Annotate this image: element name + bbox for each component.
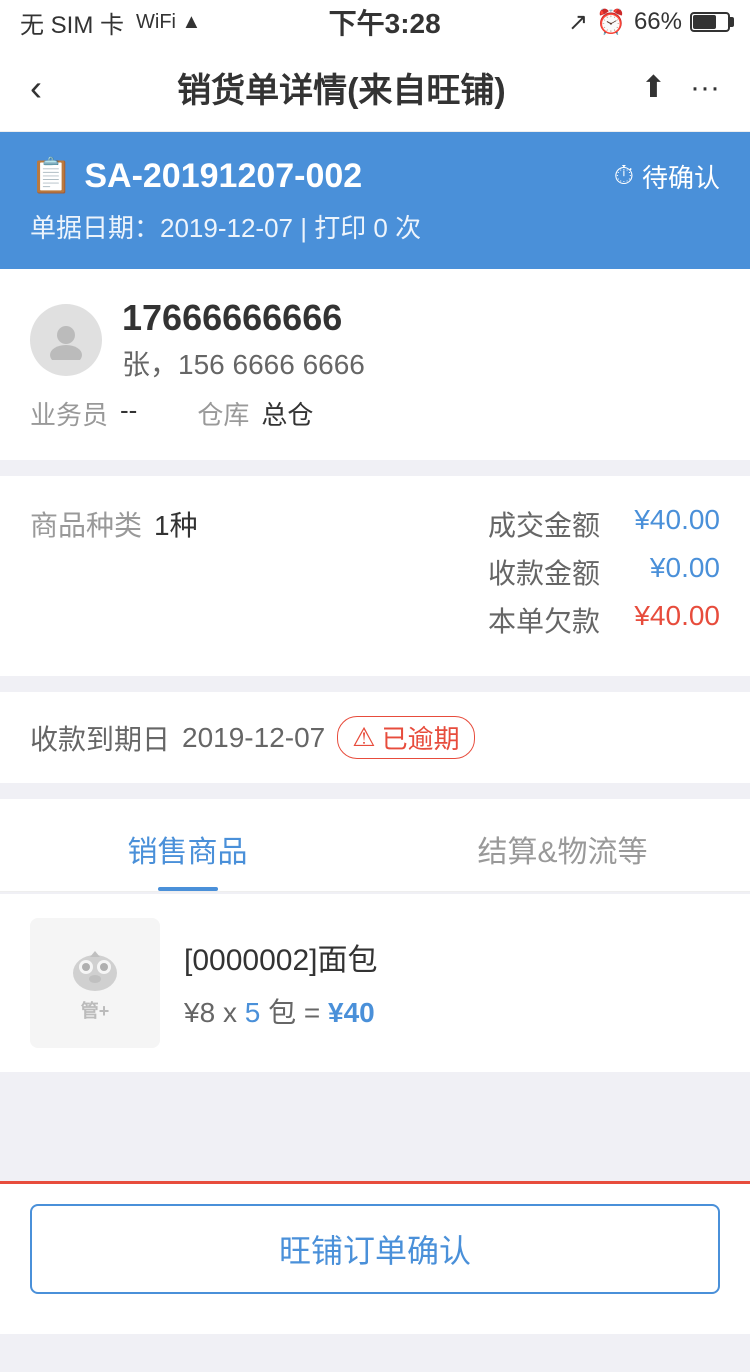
warehouse-value: 总仓	[261, 395, 313, 432]
summary-left: 商品种类 1种	[30, 504, 198, 544]
order-status: ⏱ 待确认	[614, 158, 720, 195]
tab-products-label: 销售商品	[128, 836, 248, 869]
product-types-label: 商品种类	[30, 504, 142, 544]
status-bar: 无 SIM 卡 WiFi ▲ 下午3:28 ↗ ⏰ 66%	[0, 0, 750, 44]
status-text: 待确认	[642, 158, 720, 195]
product-section: 管+ [0000002]面包 ¥8 x 5 包 = ¥40	[0, 894, 750, 1072]
order-icon: 📋	[30, 156, 72, 196]
tabs-section: 销售商品 结算&物流等	[0, 799, 750, 892]
customer-top: 17666666666 张，156 6666 6666	[30, 297, 720, 383]
price-separator: x	[223, 997, 245, 1028]
due-date-value: 2019-12-07	[182, 722, 325, 754]
equals-sign: =	[304, 997, 328, 1028]
more-button[interactable]: ···	[690, 71, 720, 105]
customer-name-phone: 张，156 6666 6666	[122, 343, 365, 383]
nav-actions: ⬆ ···	[641, 70, 720, 105]
status-clock-icon: ⏱	[614, 160, 634, 192]
overdue-icon: ⚠	[352, 722, 375, 753]
share-button[interactable]: ⬆	[641, 70, 666, 105]
price-value: ¥8	[184, 997, 215, 1028]
quantity-value: 5	[245, 997, 261, 1028]
debt-amount-row: 本单欠款 ¥40.00	[488, 600, 720, 640]
brand-label: 管+	[81, 997, 110, 1023]
product-types-value: 1种	[154, 504, 198, 544]
debt-amount-value: ¥40.00	[620, 600, 720, 640]
status-left: 无 SIM 卡 WiFi ▲	[20, 5, 201, 40]
product-name: [0000002]面包	[184, 935, 720, 979]
tab-settlement-label: 结算&物流等	[477, 836, 647, 869]
product-price: ¥8 x 5 包 = ¥40	[184, 991, 720, 1031]
battery-bar	[690, 12, 730, 32]
product-types-row: 商品种类 1种	[30, 504, 198, 544]
nav-bar: ‹ 销货单详情(来自旺铺) ⬆ ···	[0, 44, 750, 132]
back-button[interactable]: ‹	[30, 67, 42, 109]
summary-section: 商品种类 1种 成交金额 ¥40.00 收款金额 ¥0.00 本单欠款 ¥40.…	[0, 476, 750, 676]
due-date-label: 收款到期日	[30, 718, 170, 758]
customer-phone: 17666666666	[122, 297, 365, 339]
order-header-top: 📋 SA-20191207-002 ⏱ 待确认	[30, 156, 720, 196]
carrier-text: 无 SIM 卡	[20, 5, 124, 40]
alarm-icon: ⏰	[596, 8, 626, 37]
order-date: 单据日期：2019-12-07 | 打印 0 次	[30, 208, 720, 245]
customer-info: 17666666666 张，156 6666 6666	[122, 297, 365, 383]
warehouse-item: 仓库 总仓	[197, 395, 313, 432]
page-title: 销货单详情(来自旺铺)	[177, 63, 506, 112]
overdue-badge: ⚠ 已逾期	[337, 716, 474, 759]
order-header: 📋 SA-20191207-002 ⏱ 待确认 单据日期：2019-12-07 …	[0, 132, 750, 269]
bottom-button-area: 旺铺订单确认	[0, 1181, 750, 1334]
order-id-text: SA-20191207-002	[84, 157, 362, 196]
overdue-text: 已逾期	[382, 719, 460, 756]
confirm-order-label: 旺铺订单确认	[279, 1226, 471, 1272]
total-value: ¥40	[328, 997, 375, 1028]
deal-amount-row: 成交金额 ¥40.00	[488, 504, 720, 544]
received-amount-label: 收款金额	[488, 552, 600, 592]
unit-value: 包	[268, 997, 296, 1028]
battery-percent: 66%	[634, 8, 682, 36]
location-icon: ↗	[568, 8, 588, 37]
order-id: 📋 SA-20191207-002	[30, 156, 362, 196]
sales-rep-value: --	[120, 395, 137, 432]
warehouse-label: 仓库	[197, 395, 249, 432]
customer-section: 17666666666 张，156 6666 6666 业务员 -- 仓库 总仓	[0, 269, 750, 460]
debt-amount-label: 本单欠款	[488, 600, 600, 640]
deal-amount-value: ¥40.00	[620, 504, 720, 544]
received-amount-row: 收款金额 ¥0.00	[488, 552, 720, 592]
customer-meta: 业务员 -- 仓库 总仓	[30, 395, 720, 432]
tab-settlement[interactable]: 结算&物流等	[375, 799, 750, 891]
status-right: ↗ ⏰ 66%	[568, 8, 730, 37]
product-logo: 管+	[65, 943, 125, 1023]
product-info: [0000002]面包 ¥8 x 5 包 = ¥40	[184, 935, 720, 1031]
deal-amount-label: 成交金额	[488, 504, 600, 544]
avatar	[30, 304, 102, 376]
product-item: 管+ [0000002]面包 ¥8 x 5 包 = ¥40	[30, 918, 720, 1048]
tab-products[interactable]: 销售商品	[0, 799, 375, 891]
time-display: 下午3:28	[329, 2, 441, 42]
sales-rep-label: 业务员	[30, 395, 108, 432]
confirm-order-button[interactable]: 旺铺订单确认	[30, 1204, 720, 1294]
received-amount-value: ¥0.00	[620, 552, 720, 592]
summary-right: 成交金额 ¥40.00 收款金额 ¥0.00 本单欠款 ¥40.00	[488, 504, 720, 648]
sales-rep-item: 业务员 --	[30, 395, 137, 432]
due-section: 收款到期日 2019-12-07 ⚠ 已逾期	[0, 692, 750, 783]
wifi-icon: WiFi ▲	[136, 11, 201, 34]
product-thumbnail: 管+	[30, 918, 160, 1048]
